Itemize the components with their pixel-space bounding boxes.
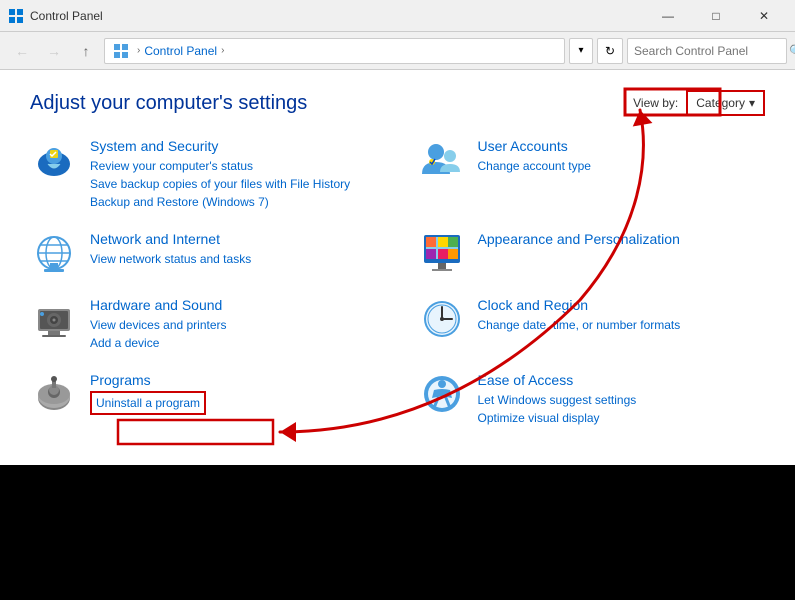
maximize-button[interactable]: □ [693, 0, 739, 32]
categories-grid: System and Security Review your computer… [30, 136, 765, 445]
category-hardware: Hardware and Sound View devices and prin… [30, 295, 378, 352]
window-title: Control Panel [30, 9, 645, 23]
network-status-link[interactable]: View network status and tasks [90, 250, 378, 268]
category-clock: Clock and Region Change date, time, or n… [418, 295, 766, 352]
category-user-accounts: User Accounts Change account type [418, 136, 766, 211]
search-input[interactable] [634, 44, 789, 58]
ease-title[interactable]: Ease of Access [478, 372, 766, 388]
category-network: Network and Internet View network status… [30, 229, 378, 277]
review-status-link[interactable]: Review your computer's status [90, 157, 378, 175]
programs-title[interactable]: Programs [90, 372, 378, 388]
clock-title[interactable]: Clock and Region [478, 297, 766, 313]
forward-button[interactable]: → [40, 37, 68, 65]
view-by-control: View by: Category ▾ [633, 90, 765, 116]
user-accounts-content: User Accounts Change account type [478, 136, 766, 175]
system-security-title[interactable]: System and Security [90, 138, 378, 154]
category-programs: Programs Uninstall a program [30, 370, 378, 427]
appearance-icon [418, 229, 466, 277]
programs-icon [30, 370, 78, 418]
page-title: Adjust your computer's settings [30, 92, 307, 115]
view-dropdown-arrow: ▾ [749, 96, 755, 110]
uninstall-program-link[interactable]: Uninstall a program [90, 391, 206, 415]
system-security-content: System and Security Review your computer… [90, 136, 378, 211]
address-bar: ← → ↑ › Control Panel › ▾ ↻ 🔍 [0, 32, 795, 70]
hardware-icon [30, 295, 78, 343]
system-security-icon [30, 136, 78, 184]
view-printers-link[interactable]: View devices and printers [90, 316, 378, 334]
address-right-controls: ▾ ↻ [569, 38, 623, 64]
suggest-settings-link[interactable]: Let Windows suggest settings [478, 391, 766, 409]
window-controls: — □ ✕ [645, 0, 787, 32]
refresh-button[interactable]: ↻ [597, 38, 623, 64]
view-by-label: View by: [633, 96, 678, 110]
category-appearance: Appearance and Personalization [418, 229, 766, 277]
clock-content: Clock and Region Change date, time, or n… [478, 295, 766, 334]
up-button[interactable]: ↑ [72, 37, 100, 65]
back-button[interactable]: ← [8, 37, 36, 65]
category-system-security: System and Security Review your computer… [30, 136, 378, 211]
hardware-title[interactable]: Hardware and Sound [90, 297, 378, 313]
add-device-link[interactable]: Add a device [90, 334, 378, 352]
breadcrumb-separator-1: › [137, 45, 140, 56]
hardware-content: Hardware and Sound View devices and prin… [90, 295, 378, 352]
page-header: Adjust your computer's settings View by:… [30, 90, 765, 116]
view-dropdown-value: Category [696, 96, 745, 110]
view-dropdown[interactable]: Category ▾ [686, 90, 765, 116]
breadcrumb-separator-2: › [221, 45, 224, 56]
programs-content: Programs Uninstall a program [90, 370, 378, 415]
ease-icon [418, 370, 466, 418]
ease-content: Ease of Access Let Windows suggest setti… [478, 370, 766, 427]
backup-files-link[interactable]: Save backup copies of your files with Fi… [90, 175, 378, 193]
close-button[interactable]: ✕ [741, 0, 787, 32]
user-accounts-icon [418, 136, 466, 184]
network-content: Network and Internet View network status… [90, 229, 378, 268]
search-box: 🔍 [627, 38, 787, 64]
main-content: Adjust your computer's settings View by:… [0, 70, 795, 465]
search-icon: 🔍 [789, 44, 795, 58]
breadcrumb: › Control Panel › [104, 38, 565, 64]
minimize-button[interactable]: — [645, 0, 691, 32]
app-icon [8, 8, 24, 24]
change-account-type-link[interactable]: Change account type [478, 157, 766, 175]
appearance-title[interactable]: Appearance and Personalization [478, 231, 766, 247]
appearance-content: Appearance and Personalization [478, 229, 766, 250]
clock-icon [418, 295, 466, 343]
user-accounts-title[interactable]: User Accounts [478, 138, 766, 154]
backup-restore-link[interactable]: Backup and Restore (Windows 7) [90, 193, 378, 211]
network-title[interactable]: Network and Internet [90, 231, 378, 247]
title-bar: Control Panel — □ ✕ [0, 0, 795, 32]
category-ease: Ease of Access Let Windows suggest setti… [418, 370, 766, 427]
address-dropdown-button[interactable]: ▾ [569, 38, 593, 64]
change-date-link[interactable]: Change date, time, or number formats [478, 316, 766, 334]
optimize-visual-link[interactable]: Optimize visual display [478, 409, 766, 427]
network-icon [30, 229, 78, 277]
breadcrumb-control-panel[interactable]: Control Panel [144, 44, 217, 58]
